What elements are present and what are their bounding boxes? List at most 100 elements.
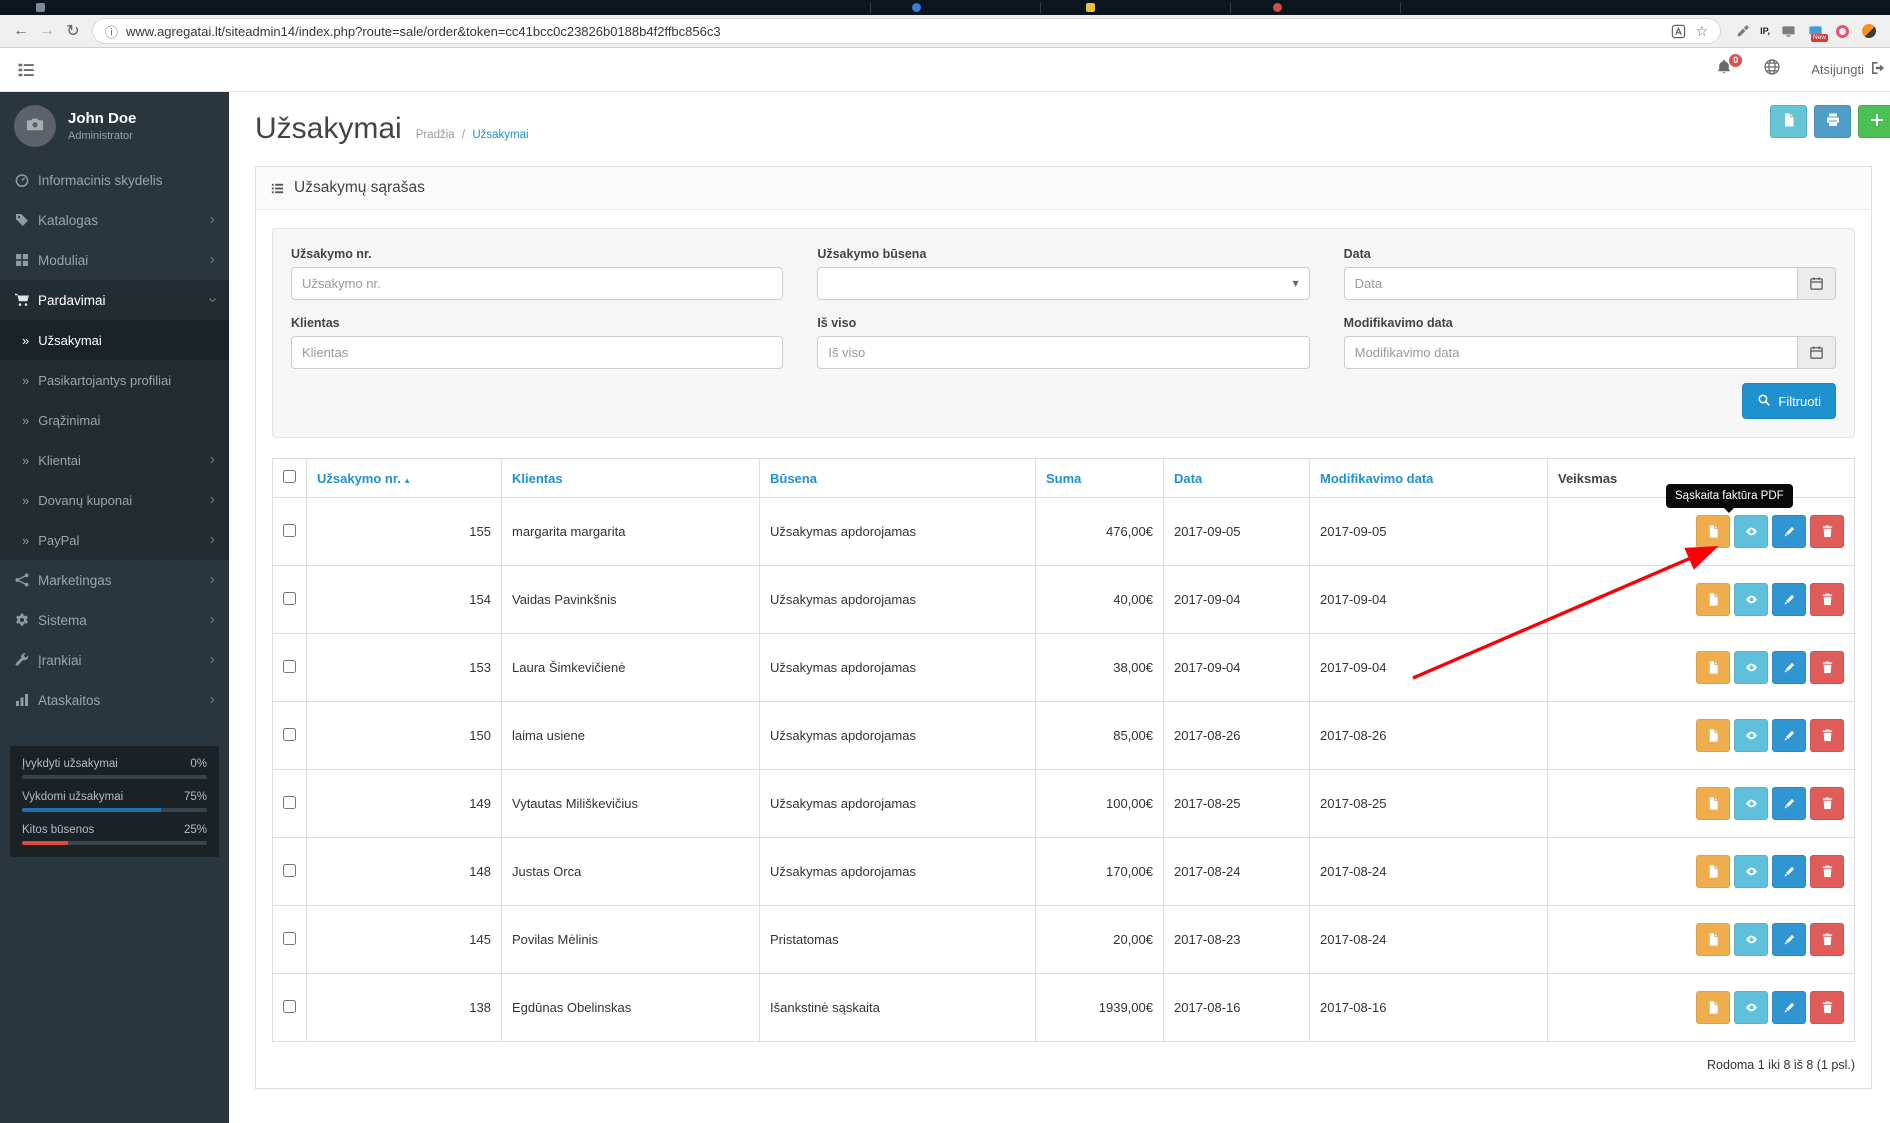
- screen-capture-extension-icon[interactable]: New: [1806, 22, 1828, 42]
- delete-button[interactable]: [1810, 923, 1844, 956]
- logout-button[interactable]: Atsijungti: [1796, 48, 1890, 91]
- sidebar-item-irankiai[interactable]: Įrankiai ›: [0, 640, 229, 680]
- reload-button[interactable]: ↻: [60, 21, 86, 41]
- filter-input-is-viso[interactable]: [817, 336, 1310, 369]
- print-invoice-button[interactable]: [1770, 105, 1807, 138]
- url-bar[interactable]: ⓘ www.agregatai.lt/siteadmin14/index.php…: [92, 18, 1722, 44]
- delete-button[interactable]: [1810, 515, 1844, 548]
- sidebar-item-katalogas[interactable]: Katalogas ›: [0, 200, 229, 240]
- tab-favicon[interactable]: [1086, 3, 1095, 12]
- cell-sum: 1939,00€: [1035, 973, 1164, 1042]
- column-sort-data[interactable]: Data: [1163, 458, 1310, 498]
- filter-input-uzsakymo-nr[interactable]: [291, 267, 784, 300]
- row-checkbox[interactable]: [283, 523, 296, 537]
- sidebar-item-dovanu-kuponai[interactable]: » Dovanų kuponai ›: [0, 480, 229, 520]
- column-sort-busena[interactable]: Būsena: [759, 458, 1036, 498]
- invoice-pdf-button[interactable]: [1696, 991, 1730, 1024]
- record-extension-icon[interactable]: [1833, 22, 1851, 40]
- breadcrumb-current[interactable]: Užsakymai: [472, 129, 528, 141]
- invoice-pdf-button[interactable]: [1696, 923, 1730, 956]
- invoice-pdf-button[interactable]: [1696, 583, 1730, 616]
- invoice-pdf-button[interactable]: [1696, 855, 1730, 888]
- view-button[interactable]: [1734, 787, 1768, 820]
- row-checkbox[interactable]: [283, 863, 296, 877]
- select-all-cell: [272, 458, 307, 498]
- invoice-pdf-button[interactable]: [1696, 651, 1730, 684]
- filter-button[interactable]: Filtruoti: [1742, 383, 1836, 419]
- calendar-button[interactable]: [1798, 267, 1836, 300]
- add-order-button[interactable]: [1858, 105, 1890, 138]
- sidebar-item-moduliai[interactable]: Moduliai ›: [0, 240, 229, 280]
- view-button[interactable]: [1734, 855, 1768, 888]
- print-shipping-button[interactable]: [1814, 105, 1851, 138]
- view-button[interactable]: [1734, 651, 1768, 684]
- view-button[interactable]: [1734, 991, 1768, 1024]
- row-checkbox[interactable]: [283, 659, 296, 673]
- invoice-pdf-button[interactable]: [1696, 719, 1730, 752]
- sidebar-item-klientai[interactable]: » Klientai ›: [0, 440, 229, 480]
- sidebar-item-informacinis-skydelis[interactable]: Informacinis skydelis: [0, 160, 229, 200]
- menu-toggle-icon[interactable]: [16, 60, 36, 80]
- cell-num: 138: [306, 973, 502, 1042]
- invoice-pdf-button[interactable]: [1696, 787, 1730, 820]
- ip-extension-icon[interactable]: IP,: [1760, 22, 1770, 40]
- sidebar-item-sistema[interactable]: Sistema ›: [0, 600, 229, 640]
- edit-button[interactable]: [1772, 719, 1806, 752]
- cell-mod: 2017-08-26: [1309, 701, 1548, 770]
- forward-button[interactable]: →: [34, 22, 60, 40]
- row-checkbox[interactable]: [283, 999, 296, 1013]
- delete-button[interactable]: [1810, 855, 1844, 888]
- tab-favicon[interactable]: [36, 3, 45, 12]
- edit-button[interactable]: [1772, 515, 1806, 548]
- tab-favicon[interactable]: [912, 3, 921, 12]
- filter-input-modifikavimo-data[interactable]: [1343, 336, 1798, 369]
- breadcrumb-home[interactable]: Pradžia: [416, 129, 455, 141]
- misc-extension-icon[interactable]: [1860, 22, 1878, 40]
- translate-icon[interactable]: [1671, 24, 1686, 39]
- edit-button[interactable]: [1772, 787, 1806, 820]
- row-checkbox[interactable]: [283, 591, 296, 605]
- filter-select-uzsakymo-busena[interactable]: ▾: [817, 267, 1310, 300]
- color-picker-extension-icon[interactable]: [1733, 22, 1751, 40]
- sidebar-item-uzsakymai[interactable]: » Užsakymai: [0, 320, 229, 360]
- edit-button[interactable]: [1772, 855, 1806, 888]
- notifications-button[interactable]: 0: [1700, 48, 1748, 91]
- filter-input-data[interactable]: [1343, 267, 1798, 300]
- page-info-icon[interactable]: ⓘ: [105, 22, 118, 41]
- sidebar-item-pardavimai[interactable]: Pardavimai ›: [0, 280, 229, 320]
- column-sort-suma[interactable]: Suma: [1035, 458, 1164, 498]
- sidebar-item-grazinimai[interactable]: » Grąžinimai: [0, 400, 229, 440]
- view-button[interactable]: [1734, 583, 1768, 616]
- column-sort-uzsakymo-nr[interactable]: Užsakymo nr. ▴: [306, 458, 502, 498]
- row-checkbox[interactable]: [283, 931, 296, 945]
- tab-favicon[interactable]: [1273, 3, 1282, 12]
- edit-button[interactable]: [1772, 583, 1806, 616]
- view-button[interactable]: [1734, 515, 1768, 548]
- edit-button[interactable]: [1772, 923, 1806, 956]
- filter-input-klientas[interactable]: [291, 336, 784, 369]
- delete-button[interactable]: [1810, 651, 1844, 684]
- delete-button[interactable]: [1810, 991, 1844, 1024]
- column-sort-klientas[interactable]: Klientas: [501, 458, 760, 498]
- calendar-button[interactable]: [1798, 336, 1836, 369]
- edit-button[interactable]: [1772, 651, 1806, 684]
- view-button[interactable]: [1734, 719, 1768, 752]
- invoice-pdf-button[interactable]: [1696, 515, 1730, 548]
- delete-button[interactable]: [1810, 719, 1844, 752]
- row-checkbox[interactable]: [283, 795, 296, 809]
- back-button[interactable]: ←: [8, 22, 34, 40]
- language-button[interactable]: [1748, 48, 1796, 91]
- column-sort-modifikavimo-data[interactable]: Modifikavimo data: [1309, 458, 1548, 498]
- edit-button[interactable]: [1772, 991, 1806, 1024]
- bookmark-star-icon[interactable]: ☆: [1696, 23, 1709, 40]
- monitor-extension-icon[interactable]: [1779, 22, 1797, 40]
- delete-button[interactable]: [1810, 787, 1844, 820]
- sidebar-item-ataskaitos[interactable]: Ataskaitos ›: [0, 680, 229, 720]
- sidebar-item-marketingas[interactable]: Marketingas ›: [0, 560, 229, 600]
- delete-button[interactable]: [1810, 583, 1844, 616]
- select-all-checkbox[interactable]: [283, 470, 296, 483]
- view-button[interactable]: [1734, 923, 1768, 956]
- sidebar-item-pasikartojantys-profiliai[interactable]: » Pasikartojantys profiliai: [0, 360, 229, 400]
- sidebar-item-paypal[interactable]: » PayPal ›: [0, 520, 229, 560]
- row-checkbox[interactable]: [283, 727, 296, 741]
